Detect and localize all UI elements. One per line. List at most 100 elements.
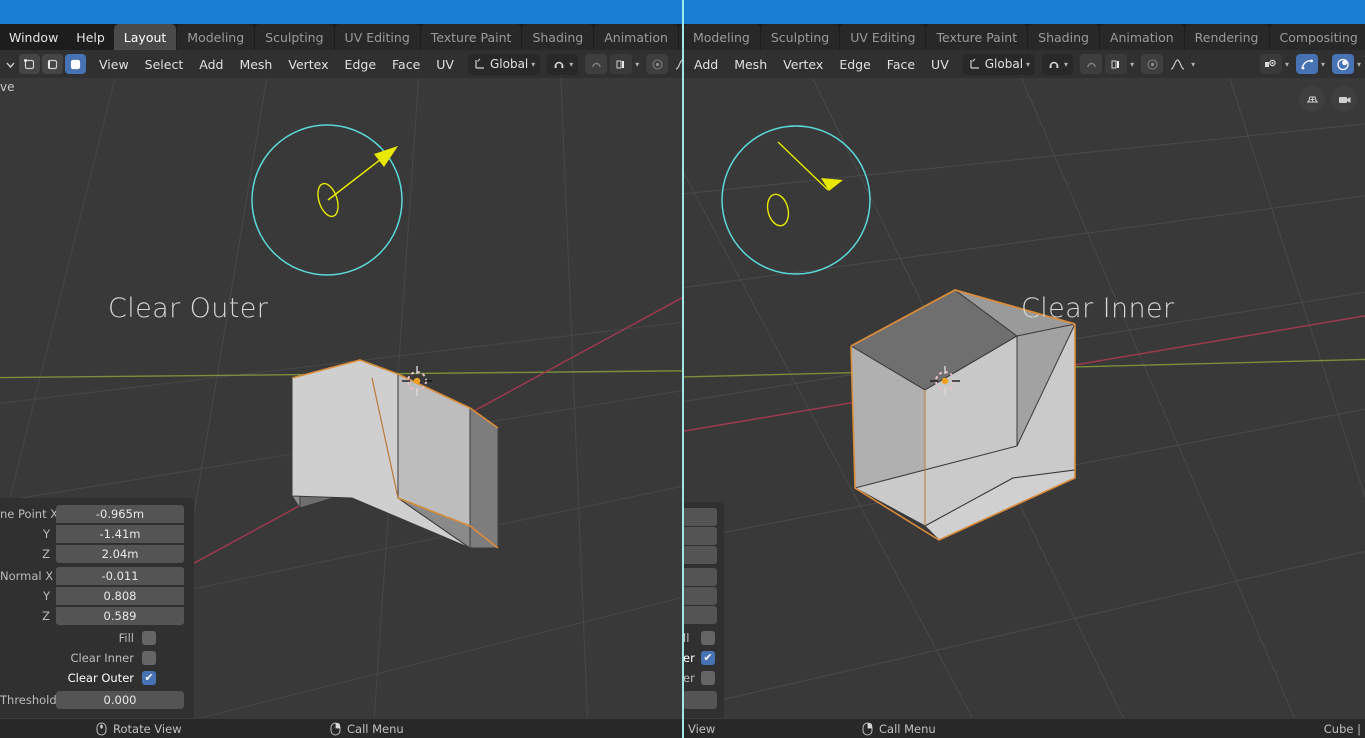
rop-checkbox-clear-inner[interactable]: ✔ xyxy=(701,650,715,665)
show-gizmo-icon[interactable] xyxy=(1259,54,1282,74)
op-field-threshold[interactable]: 0.000 xyxy=(56,690,184,709)
op-field-plane-normal-y[interactable]: 0.808 xyxy=(56,586,184,605)
status-label-call-menu-right: Call Menu xyxy=(879,722,936,736)
tab-modeling[interactable]: Modeling xyxy=(177,24,255,50)
menu-edge-right[interactable]: Edge xyxy=(832,54,877,75)
magnet-icon xyxy=(1049,61,1059,68)
workspace-tabs-left: Layout Modeling Sculpting UV Editing Tex… xyxy=(113,24,683,50)
bisect-gizmo-left xyxy=(251,124,403,276)
chevron-down-icon: ▾ xyxy=(569,59,574,69)
tab-shading-r[interactable]: Shading xyxy=(1028,24,1099,50)
rop-label-clear-inner: er xyxy=(683,650,695,665)
op-label-plane-normal-x: Normal X xyxy=(0,568,54,583)
proportional-edit-icon[interactable] xyxy=(1141,54,1164,74)
tab-modeling-r[interactable]: Modeling xyxy=(683,24,760,50)
chevron-down-icon: ▾ xyxy=(1356,59,1361,69)
rop-field-3[interactable] xyxy=(683,546,717,564)
rop-field-2[interactable] xyxy=(683,527,717,545)
title-bar-right xyxy=(683,0,1365,24)
rop-field-6[interactable] xyxy=(683,606,717,624)
menu-window[interactable]: Window xyxy=(0,24,67,50)
tab-layout[interactable]: Layout xyxy=(113,24,177,50)
overlays-icon[interactable] xyxy=(1295,54,1318,74)
snap-target-icon[interactable] xyxy=(1105,54,1128,74)
tab-animation[interactable]: Animation xyxy=(594,24,678,50)
camera-view-icon[interactable] xyxy=(1331,86,1357,112)
mouse-right-icon xyxy=(330,722,341,736)
check-icon: ✔ xyxy=(144,671,154,684)
menu-face-left[interactable]: Face xyxy=(385,54,427,75)
tab-sculpting-r[interactable]: Sculpting xyxy=(760,24,840,50)
viewport-header-right: Add Mesh Vertex Edge Face UV Global ▾ ▾ xyxy=(683,50,1365,78)
snap-target-icon[interactable] xyxy=(610,54,633,74)
menu-vertex-right[interactable]: Vertex xyxy=(776,54,830,75)
proportional-edit-group-left: ▾ xyxy=(646,53,683,75)
chevron-down-icon: ▾ xyxy=(1026,59,1031,69)
visibility-group: ▾ xyxy=(1259,53,1289,75)
tab-compositing-r[interactable]: Compositing xyxy=(1269,24,1365,50)
op-row-plane-point-x: ne Point X -0.965m xyxy=(0,504,194,523)
snap-magnet-icon[interactable] xyxy=(585,54,608,74)
menu-uv-right[interactable]: UV xyxy=(924,54,956,75)
rop-field-threshold[interactable] xyxy=(683,691,717,709)
tab-texture-paint[interactable]: Texture Paint xyxy=(420,24,522,50)
rop-checkbox-fill[interactable] xyxy=(701,630,715,645)
op-label-clear-outer: Clear Outer xyxy=(67,670,134,685)
viewport-corner-text-left: ve xyxy=(0,80,15,94)
menu-add-left[interactable]: Add xyxy=(192,54,230,75)
viewport-3d-right[interactable]: Clear Inner xyxy=(683,78,1365,718)
toggle-camera-perspective-icon[interactable] xyxy=(1299,86,1325,112)
snap-magnet-icon[interactable] xyxy=(1080,54,1103,74)
menu-add-right[interactable]: Add xyxy=(687,54,725,75)
snap-dropdown-left[interactable]: ▾ xyxy=(547,53,579,75)
op-row-threshold: Threshold 0.000 xyxy=(0,690,194,709)
rop-field-5[interactable] xyxy=(683,587,717,605)
viewport-header-left: View Select Add Mesh Vertex Edge Face UV… xyxy=(0,50,683,78)
rop-field-1[interactable] xyxy=(683,508,717,526)
transform-orientation-dropdown-left[interactable]: Global ▾ xyxy=(467,53,541,75)
tab-sculpting[interactable]: Sculpting xyxy=(255,24,334,50)
op-checkbox-clear-inner[interactable] xyxy=(142,650,156,665)
tab-texture-paint-r[interactable]: Texture Paint xyxy=(926,24,1028,50)
menu-mesh-left[interactable]: Mesh xyxy=(232,54,279,75)
tab-uv-editing[interactable]: UV Editing xyxy=(334,24,420,50)
op-field-plane-point-y[interactable]: -1.41m xyxy=(56,524,184,543)
falloff-curve-icon[interactable] xyxy=(1166,54,1188,74)
tab-uv-editing-r[interactable]: UV Editing xyxy=(840,24,926,50)
left-blender-instance: Window Help Layout Modeling Sculpting UV… xyxy=(0,0,683,738)
menu-vertex-left[interactable]: Vertex xyxy=(281,54,335,75)
menu-face-right[interactable]: Face xyxy=(880,54,922,75)
workspace-tabs-right: Modeling Sculpting UV Editing Texture Pa… xyxy=(683,24,1365,50)
tab-animation-r[interactable]: Animation xyxy=(1099,24,1184,50)
edge-select-icon[interactable] xyxy=(42,54,63,74)
status-label-cube: Cube | xyxy=(1323,722,1361,736)
xray-toggle-icon[interactable] xyxy=(1331,54,1354,74)
proportional-edit-icon[interactable] xyxy=(646,54,669,74)
transform-orientation-value-right: Global xyxy=(984,57,1024,71)
op-field-plane-normal-x[interactable]: -0.011 xyxy=(56,566,184,585)
menu-uv-left[interactable]: UV xyxy=(429,54,461,75)
menu-edge-left[interactable]: Edge xyxy=(338,54,383,75)
operator-redo-panel-right: ll er ✔ er xyxy=(683,502,724,718)
tab-rendering-r[interactable]: Rendering xyxy=(1184,24,1269,50)
op-field-plane-point-z[interactable]: 2.04m xyxy=(56,544,184,563)
rop-checkbox-clear-outer[interactable] xyxy=(701,670,715,685)
op-row-clear-inner: Clear Inner xyxy=(0,648,194,667)
vertex-select-icon[interactable] xyxy=(19,54,40,74)
op-checkbox-clear-outer[interactable]: ✔ xyxy=(142,670,156,685)
tab-shading[interactable]: Shading xyxy=(522,24,594,50)
transform-orientation-dropdown-right[interactable]: Global ▾ xyxy=(962,53,1036,75)
menu-view-left[interactable]: View xyxy=(92,54,136,75)
op-field-plane-normal-z[interactable]: 0.589 xyxy=(56,606,184,625)
topbar-left: Window Help Layout Modeling Sculpting UV… xyxy=(0,24,683,50)
face-select-icon[interactable] xyxy=(65,54,86,74)
op-checkbox-fill[interactable] xyxy=(142,630,156,645)
menu-help[interactable]: Help xyxy=(67,24,114,50)
snap-dropdown-right[interactable]: ▾ xyxy=(1042,53,1074,75)
menu-mesh-right[interactable]: Mesh xyxy=(727,54,774,75)
rop-field-4[interactable] xyxy=(683,568,717,586)
menu-select-left[interactable]: Select xyxy=(138,54,191,75)
op-field-plane-point-x[interactable]: -0.965m xyxy=(56,504,184,523)
editor-type-icon-left[interactable] xyxy=(4,54,17,74)
chevron-down-icon: ▾ xyxy=(531,59,536,69)
